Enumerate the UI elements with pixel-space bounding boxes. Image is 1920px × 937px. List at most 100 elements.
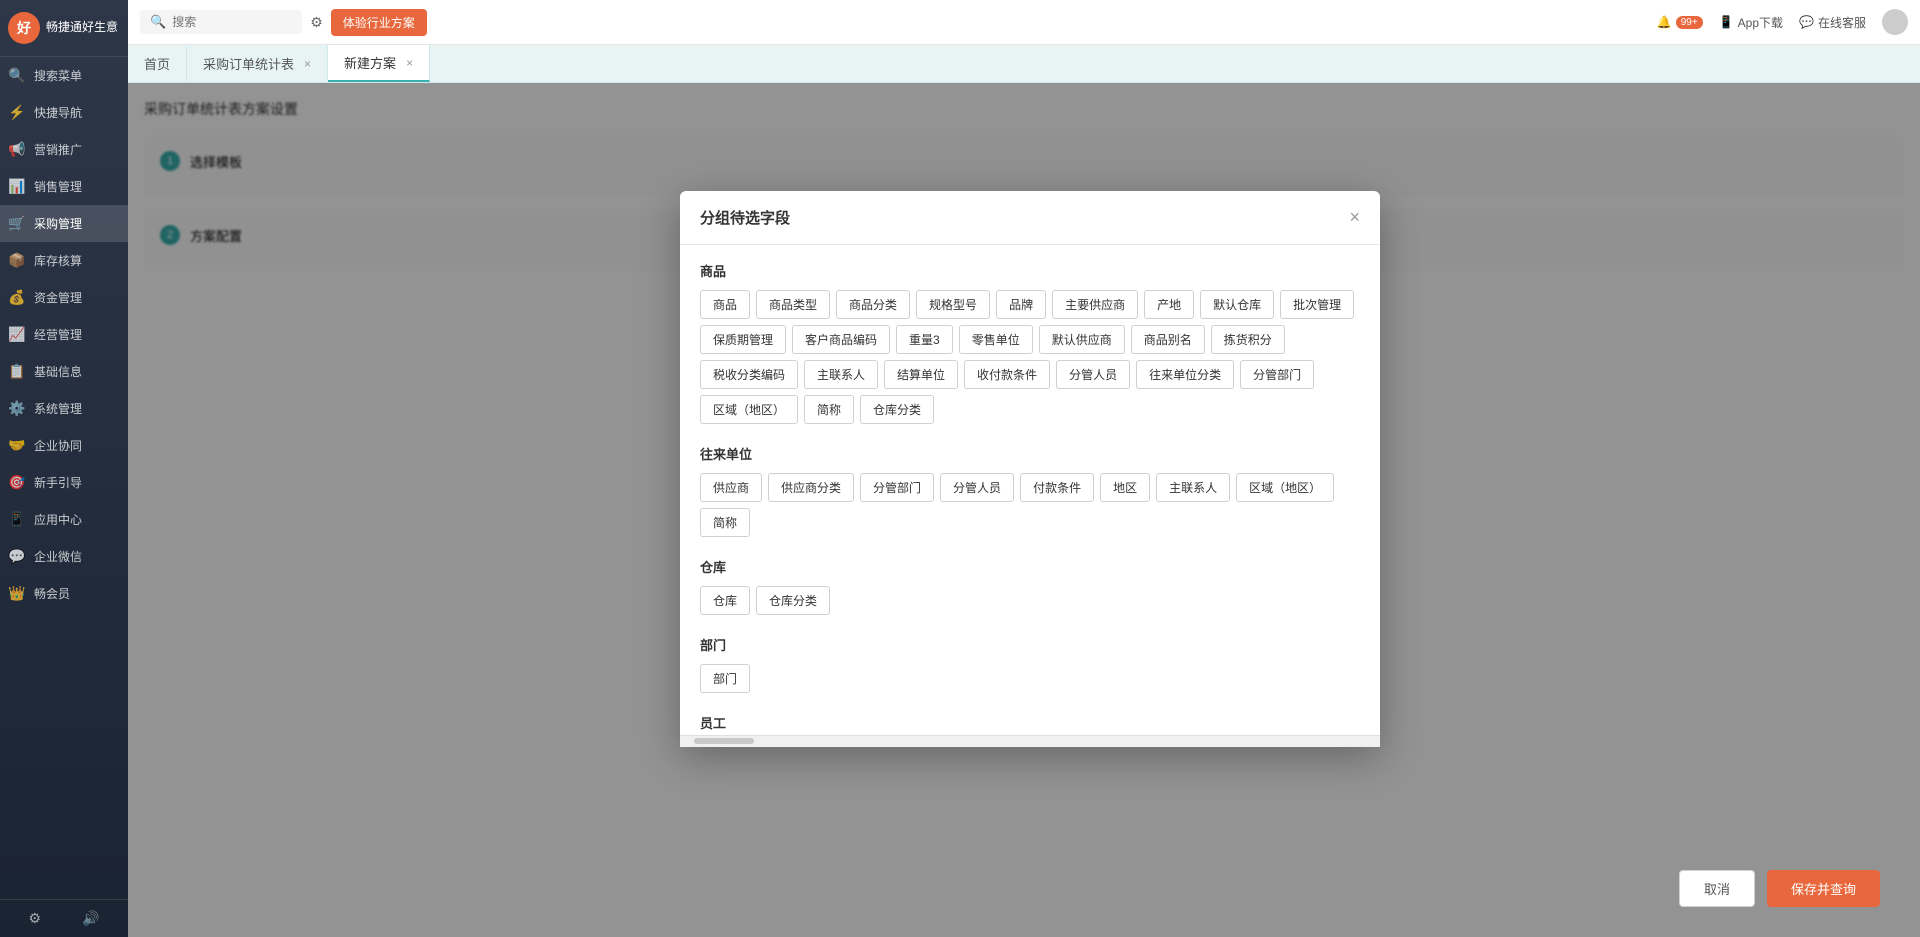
field-short-name2[interactable]: 简称: [700, 508, 750, 537]
notification-icon: 🔔: [1657, 15, 1672, 29]
tab-purchase-close-icon[interactable]: ×: [304, 57, 311, 71]
header-search[interactable]: 🔍: [140, 10, 302, 34]
field-manage-person2[interactable]: 分管人员: [940, 473, 1014, 502]
app-center-icon: 📱: [8, 511, 26, 528]
sidebar-item-marketing[interactable]: 📢 营销推广: [0, 131, 128, 168]
field-dept[interactable]: 部门: [700, 664, 750, 693]
marketing-icon: 📢: [8, 141, 26, 158]
field-origin[interactable]: 产地: [1144, 290, 1194, 319]
field-quality-manage[interactable]: 保质期管理: [700, 325, 786, 354]
system-icon: ⚙️: [8, 400, 26, 417]
field-weight3[interactable]: 重量3: [896, 325, 953, 354]
field-supplier[interactable]: 供应商: [700, 473, 762, 502]
section-counterpart: 往来单位 供应商 供应商分类 分管部门 分管人员 付款条件 地区 主联系人 区域…: [700, 444, 1360, 537]
online-service-item[interactable]: 💬 在线客服: [1799, 14, 1866, 31]
field-warehouse-category[interactable]: 仓库分类: [860, 395, 934, 424]
tab-home-label: 首页: [144, 54, 170, 73]
sidebar-item-wechat[interactable]: 💬 企业微信: [0, 538, 128, 575]
tab-new-plan[interactable]: 新建方案 ×: [328, 45, 430, 82]
modal-header: 分组待选字段 ×: [680, 191, 1380, 245]
field-default-warehouse[interactable]: 默认仓库: [1200, 290, 1274, 319]
field-manager[interactable]: 分管人员: [1056, 360, 1130, 389]
tab-new-plan-close-icon[interactable]: ×: [406, 56, 413, 70]
modal-hscroll[interactable]: [680, 735, 1380, 747]
hscroll-thumb: [694, 738, 754, 744]
field-default-supplier[interactable]: 默认供应商: [1039, 325, 1125, 354]
dept-fields: 部门: [700, 664, 1360, 693]
search-icon: 🔍: [8, 67, 26, 84]
field-area[interactable]: 地区: [1100, 473, 1150, 502]
phone-icon: 📱: [1719, 15, 1734, 29]
sidebar-item-guide[interactable]: 🎯 新手引导: [0, 464, 128, 501]
field-region2[interactable]: 区域（地区）: [1236, 473, 1334, 502]
confirm-button[interactable]: 保存并查询: [1767, 870, 1880, 907]
search-input[interactable]: [172, 15, 292, 29]
experience-btn[interactable]: 体验行业方案: [331, 9, 427, 36]
sales-icon: 📊: [8, 178, 26, 195]
field-region-product[interactable]: 区域（地区）: [700, 395, 798, 424]
field-tax-code[interactable]: 税收分类编码: [700, 360, 798, 389]
field-product-category[interactable]: 商品分类: [836, 290, 910, 319]
inventory-icon: 📦: [8, 252, 26, 269]
sidebar-item-finance[interactable]: 💰 资金管理: [0, 279, 128, 316]
field-brand[interactable]: 品牌: [996, 290, 1046, 319]
tab-purchase-stats[interactable]: 采购订单统计表 ×: [187, 46, 328, 81]
field-warehouse-cat[interactable]: 仓库分类: [756, 586, 830, 615]
cancel-button[interactable]: 取消: [1679, 870, 1755, 907]
section-employee: 员工 业务员: [700, 713, 1360, 735]
sidebar-logo: 好 畅捷通好生意: [0, 0, 128, 57]
field-product-alias[interactable]: 商品别名: [1131, 325, 1205, 354]
field-batch-manage[interactable]: 批次管理: [1280, 290, 1354, 319]
field-warehouse[interactable]: 仓库: [700, 586, 750, 615]
sidebar-item-purchase[interactable]: 🛒 采购管理: [0, 205, 128, 242]
section-dept-title: 部门: [700, 635, 1360, 654]
field-pay-condition[interactable]: 付款条件: [1020, 473, 1094, 502]
modal-close-button[interactable]: ×: [1349, 208, 1360, 226]
settings-icon[interactable]: ⚙: [310, 14, 323, 31]
app-download-label: App下载: [1738, 14, 1783, 31]
sidebar: 好 畅捷通好生意 🔍 搜索菜单 ⚡ 快捷导航 📢 营销推广 📊 销售管理 🛒 采…: [0, 0, 128, 937]
app-download-item[interactable]: 📱 App下载: [1719, 14, 1783, 31]
field-manage-dept2[interactable]: 分管部门: [860, 473, 934, 502]
gear-icon[interactable]: ⚙: [29, 910, 42, 927]
section-product-title: 商品: [700, 261, 1360, 280]
field-settle-unit[interactable]: 结算单位: [884, 360, 958, 389]
field-spec-model[interactable]: 规格型号: [916, 290, 990, 319]
field-product[interactable]: 商品: [700, 290, 750, 319]
field-supplier-category[interactable]: 供应商分类: [768, 473, 854, 502]
sidebar-item-system[interactable]: ⚙️ 系统管理: [0, 390, 128, 427]
field-manage-dept[interactable]: 分管部门: [1240, 360, 1314, 389]
sidebar-item-quick-nav[interactable]: ⚡ 快捷导航: [0, 94, 128, 131]
sidebar-item-enterprise[interactable]: 🤝 企业协同: [0, 427, 128, 464]
field-main-supplier[interactable]: 主要供应商: [1052, 290, 1138, 319]
field-main-contact[interactable]: 主联系人: [804, 360, 878, 389]
field-main-contact2[interactable]: 主联系人: [1156, 473, 1230, 502]
field-counterpart-category[interactable]: 往来单位分类: [1136, 360, 1234, 389]
tab-home[interactable]: 首页: [128, 46, 187, 81]
field-customer-code[interactable]: 客户商品编码: [792, 325, 890, 354]
basic-icon: 📋: [8, 363, 26, 380]
field-pick-points[interactable]: 拣货积分: [1211, 325, 1285, 354]
field-product-type[interactable]: 商品类型: [756, 290, 830, 319]
sidebar-item-operation[interactable]: 📈 经营管理: [0, 316, 128, 353]
tab-purchase-stats-label: 采购订单统计表: [203, 54, 294, 73]
sidebar-item-member[interactable]: 👑 畅会员: [0, 575, 128, 612]
section-counterpart-title: 往来单位: [700, 444, 1360, 463]
field-retail-unit[interactable]: 零售单位: [959, 325, 1033, 354]
sidebar-item-app-center[interactable]: 📱 应用中心: [0, 501, 128, 538]
sidebar-item-basic[interactable]: 📋 基础信息: [0, 353, 128, 390]
modal-footer: 取消 保存并查询: [1679, 870, 1880, 907]
notification-item[interactable]: 🔔 99+: [1657, 15, 1703, 29]
warehouse-fields: 仓库 仓库分类: [700, 586, 1360, 615]
operation-icon: 📈: [8, 326, 26, 343]
field-short-name-product[interactable]: 简称: [804, 395, 854, 424]
modal-scroll-area[interactable]: 商品 商品 商品类型 商品分类 规格型号 品牌 主要供应商 产地 默认仓库 批次…: [680, 245, 1380, 735]
sidebar-item-search[interactable]: 🔍 搜索菜单: [0, 57, 128, 94]
field-pay-terms[interactable]: 收付款条件: [964, 360, 1050, 389]
sidebar-item-sales[interactable]: 📊 销售管理: [0, 168, 128, 205]
avatar[interactable]: [1882, 9, 1908, 35]
volume-icon[interactable]: 🔊: [82, 910, 99, 927]
section-product: 商品 商品 商品类型 商品分类 规格型号 品牌 主要供应商 产地 默认仓库 批次…: [700, 261, 1360, 424]
sidebar-item-inventory[interactable]: 📦 库存核算: [0, 242, 128, 279]
finance-icon: 💰: [8, 289, 26, 306]
